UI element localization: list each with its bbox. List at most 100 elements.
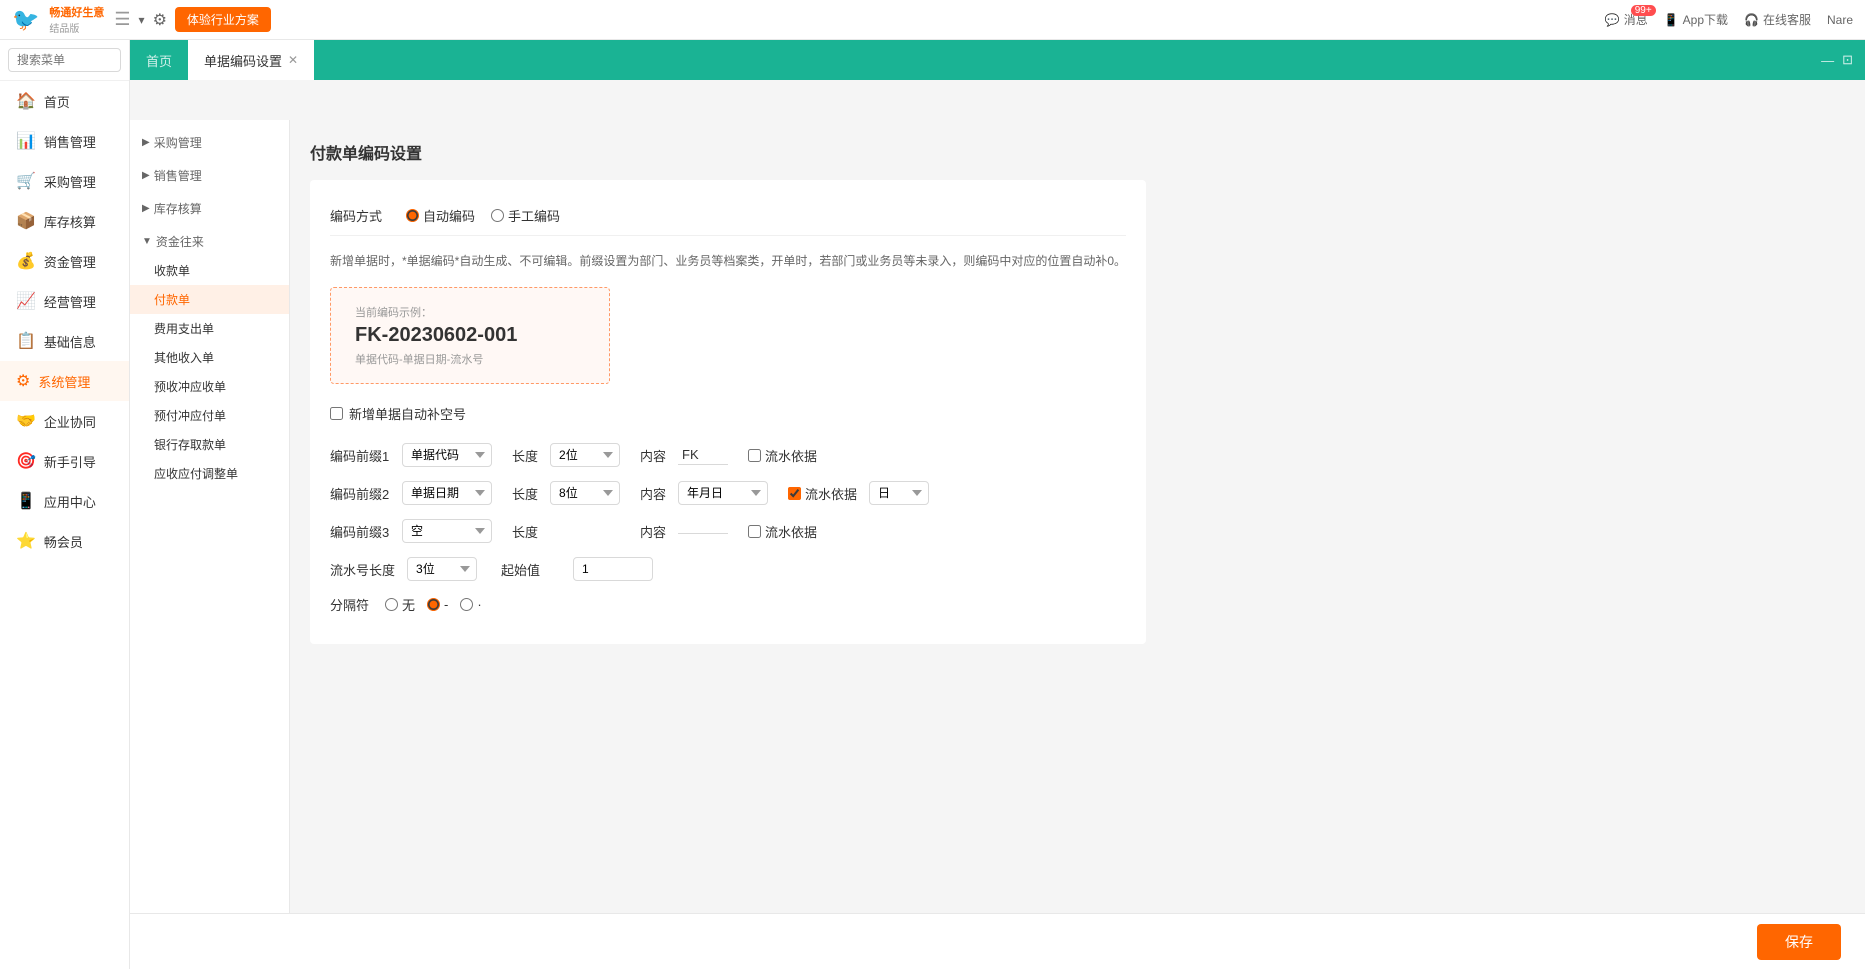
prefix1-select[interactable]: 单据代码 <box>402 443 492 467</box>
separator-row: 分隔符 无 - · <box>330 595 1126 614</box>
brand: 畅通好生意 结品版 <box>49 4 104 35</box>
prefix2-serial-dep-checkbox[interactable] <box>788 487 801 500</box>
sec-item-payment[interactable]: 付款单 <box>130 285 289 314</box>
sec-group-purchase-title[interactable]: ▶ 采购管理 <box>130 128 289 157</box>
sec-item-bank-deposit[interactable]: 银行存取款单 <box>130 430 289 459</box>
nav-dropdown[interactable]: ▾ <box>139 13 145 27</box>
serial-start-input[interactable] <box>573 557 653 581</box>
member-icon: ⭐ <box>16 531 36 551</box>
manual-encode-option[interactable]: 手工编码 <box>491 206 560 225</box>
prefix-row-3: 编码前缀3 空 长度 内容 流水依据 <box>330 519 1126 543</box>
message-item[interactable]: 💬 消息 99+ <box>1605 11 1648 28</box>
cooperation-icon: 🤝 <box>16 411 36 431</box>
layout: 🏠 首页 📊 销售管理 🛒 采购管理 📦 库存核算 💰 资金管理 📈 经 <box>0 0 1865 969</box>
tab-minimize-icon[interactable]: — <box>1821 53 1834 68</box>
arrow-right-icon3: ▶ <box>142 203 150 214</box>
apps-icon: 📱 <box>16 491 36 511</box>
sidebar-item-apps[interactable]: 📱 应用中心 <box>0 481 129 521</box>
autofill-checkbox[interactable] <box>330 407 343 420</box>
manual-encode-radio[interactable] <box>491 209 504 222</box>
sec-group-sales-title[interactable]: ▶ 销售管理 <box>130 161 289 190</box>
sidebar-item-purchase[interactable]: 🛒 采购管理 <box>0 161 129 201</box>
purchase-icon: 🛒 <box>16 171 36 191</box>
sidebar-item-system[interactable]: ⚙ 系统管理 <box>0 361 129 401</box>
code-preview-label: 当前编码示例： <box>355 304 585 320</box>
sec-item-prepay-receivable[interactable]: 预收冲应收单 <box>130 372 289 401</box>
page-title: 付款单编码设置 <box>310 140 1146 164</box>
sidebar-item-inventory[interactable]: 📦 库存核算 <box>0 201 129 241</box>
autofill-label: 新增单据自动补空号 <box>349 404 466 423</box>
sidebar-item-home[interactable]: 🏠 首页 <box>0 81 129 121</box>
serial-length-select[interactable]: 3位 <box>407 557 477 581</box>
message-badge: 99+ <box>1631 5 1656 16</box>
service-icon: 🎧 <box>1744 13 1759 27</box>
sidebar-item-cooperation[interactable]: 🤝 企业协同 <box>0 401 129 441</box>
prefix2-select[interactable]: 单据日期 <box>402 481 492 505</box>
tab-maximize-icon[interactable]: ⊡ <box>1842 52 1853 68</box>
online-service-item[interactable]: 🎧 在线客服 <box>1744 11 1811 28</box>
prefix3-content-label: 内容 <box>640 522 666 541</box>
sec-group-sales: ▶ 销售管理 <box>130 161 289 190</box>
sec-item-expense[interactable]: 费用支出单 <box>130 314 289 343</box>
sec-item-ap-adjust[interactable]: 应收应付调整单 <box>130 459 289 488</box>
prefix1-length-select[interactable]: 2位 <box>550 443 620 467</box>
trial-button[interactable]: 体验行业方案 <box>175 7 271 32</box>
sep-dash-radio[interactable] <box>427 598 440 611</box>
prefix-row-2: 编码前缀2 单据日期 长度 8位 内容 年月日 流水依据 <box>330 481 1126 505</box>
sidebar-search-area <box>0 40 129 81</box>
secondary-sidebar: ▶ 采购管理 ▶ 销售管理 ▶ 库存核算 ▼ 资金往来 <box>130 120 290 969</box>
sidebar-item-finance[interactable]: 💰 资金管理 <box>0 241 129 281</box>
auto-encode-radio[interactable] <box>406 209 419 222</box>
prefix1-length-label: 长度 <box>512 446 538 465</box>
save-button[interactable]: 保存 <box>1757 924 1841 960</box>
sec-group-funds: ▼ 资金往来 收款单 付款单 费用支出单 其他收入单 预收冲应收单 预付冲应付单… <box>130 227 289 488</box>
sec-item-other-income[interactable]: 其他收入单 <box>130 343 289 372</box>
sec-group-funds-title[interactable]: ▼ 资金往来 <box>130 227 289 256</box>
content-panel: 付款单编码设置 编码方式 自动编码 手工编码 <box>290 120 1166 969</box>
top-bar-nav: ☰ ▾ ⚙ 体验行业方案 <box>114 7 271 32</box>
app-icon: 📱 <box>1664 13 1679 27</box>
sec-group-inventory-title[interactable]: ▶ 库存核算 <box>130 194 289 223</box>
sidebar-item-basic[interactable]: 📋 基础信息 <box>0 321 129 361</box>
sidebar-item-sales[interactable]: 📊 销售管理 <box>0 121 129 161</box>
prefix2-serial-dep-select[interactable]: 日 <box>869 481 929 505</box>
prefix3-label: 编码前缀3 <box>330 522 390 541</box>
serial-start-label: 起始值 <box>501 560 561 579</box>
tab-encoding[interactable]: 单据编码设置 ✕ <box>188 40 314 80</box>
app-logo: 🐦 <box>12 7 39 33</box>
auto-encode-option[interactable]: 自动编码 <box>406 206 475 225</box>
serial-row: 流水号长度 3位 起始值 <box>330 557 1126 581</box>
tab-home[interactable]: 首页 <box>130 40 188 80</box>
search-input[interactable] <box>8 48 121 72</box>
sec-item-prepay-payable[interactable]: 预付冲应付单 <box>130 401 289 430</box>
sep-dot-radio[interactable] <box>460 598 473 611</box>
prefix3-content-value <box>678 529 728 534</box>
prefix2-length-select[interactable]: 8位 <box>550 481 620 505</box>
sidebar-item-member[interactable]: ⭐ 畅会员 <box>0 521 129 561</box>
autofill-row: 新增单据自动补空号 <box>330 404 1126 423</box>
prefix3-serial-dep-checkbox[interactable] <box>748 525 761 538</box>
tab-bar: 首页 单据编码设置 ✕ — ⊡ <box>130 40 1865 80</box>
inventory-icon: 📦 <box>16 211 36 231</box>
username: Nare <box>1827 13 1853 27</box>
top-bar-left: 🐦 畅通好生意 结品版 ☰ ▾ ⚙ 体验行业方案 <box>12 4 271 35</box>
prefix-row-1: 编码前缀1 单据代码 长度 2位 内容 FK 流水依据 <box>330 443 1126 467</box>
prefix3-length-label: 长度 <box>512 522 538 541</box>
sidebar-item-operations[interactable]: 📈 经营管理 <box>0 281 129 321</box>
sep-none-radio[interactable] <box>385 598 398 611</box>
tab-close-icon[interactable]: ✕ <box>288 53 298 67</box>
prefix3-select[interactable]: 空 <box>402 519 492 543</box>
settings-icon[interactable]: ⚙ <box>153 10 167 30</box>
sidebar: 🏠 首页 📊 销售管理 🛒 采购管理 📦 库存核算 💰 资金管理 📈 经 <box>0 40 130 969</box>
sep-none-option[interactable]: 无 <box>385 595 415 614</box>
top-bar: 🐦 畅通好生意 结品版 ☰ ▾ ⚙ 体验行业方案 💬 消息 99+ 📱 App下… <box>0 0 1865 40</box>
app-download-item[interactable]: 📱 App下载 <box>1664 11 1728 28</box>
sep-dot-option[interactable]: · <box>460 597 481 612</box>
sec-item-receipt[interactable]: 收款单 <box>130 256 289 285</box>
prefix1-serial-dep-checkbox[interactable] <box>748 449 761 462</box>
serial-length-label: 流水号长度 <box>330 560 395 579</box>
sidebar-item-guide[interactable]: 🎯 新手引导 <box>0 441 129 481</box>
separator-label: 分隔符 <box>330 595 369 614</box>
sep-dash-option[interactable]: - <box>427 597 448 612</box>
prefix2-content-select[interactable]: 年月日 <box>678 481 768 505</box>
